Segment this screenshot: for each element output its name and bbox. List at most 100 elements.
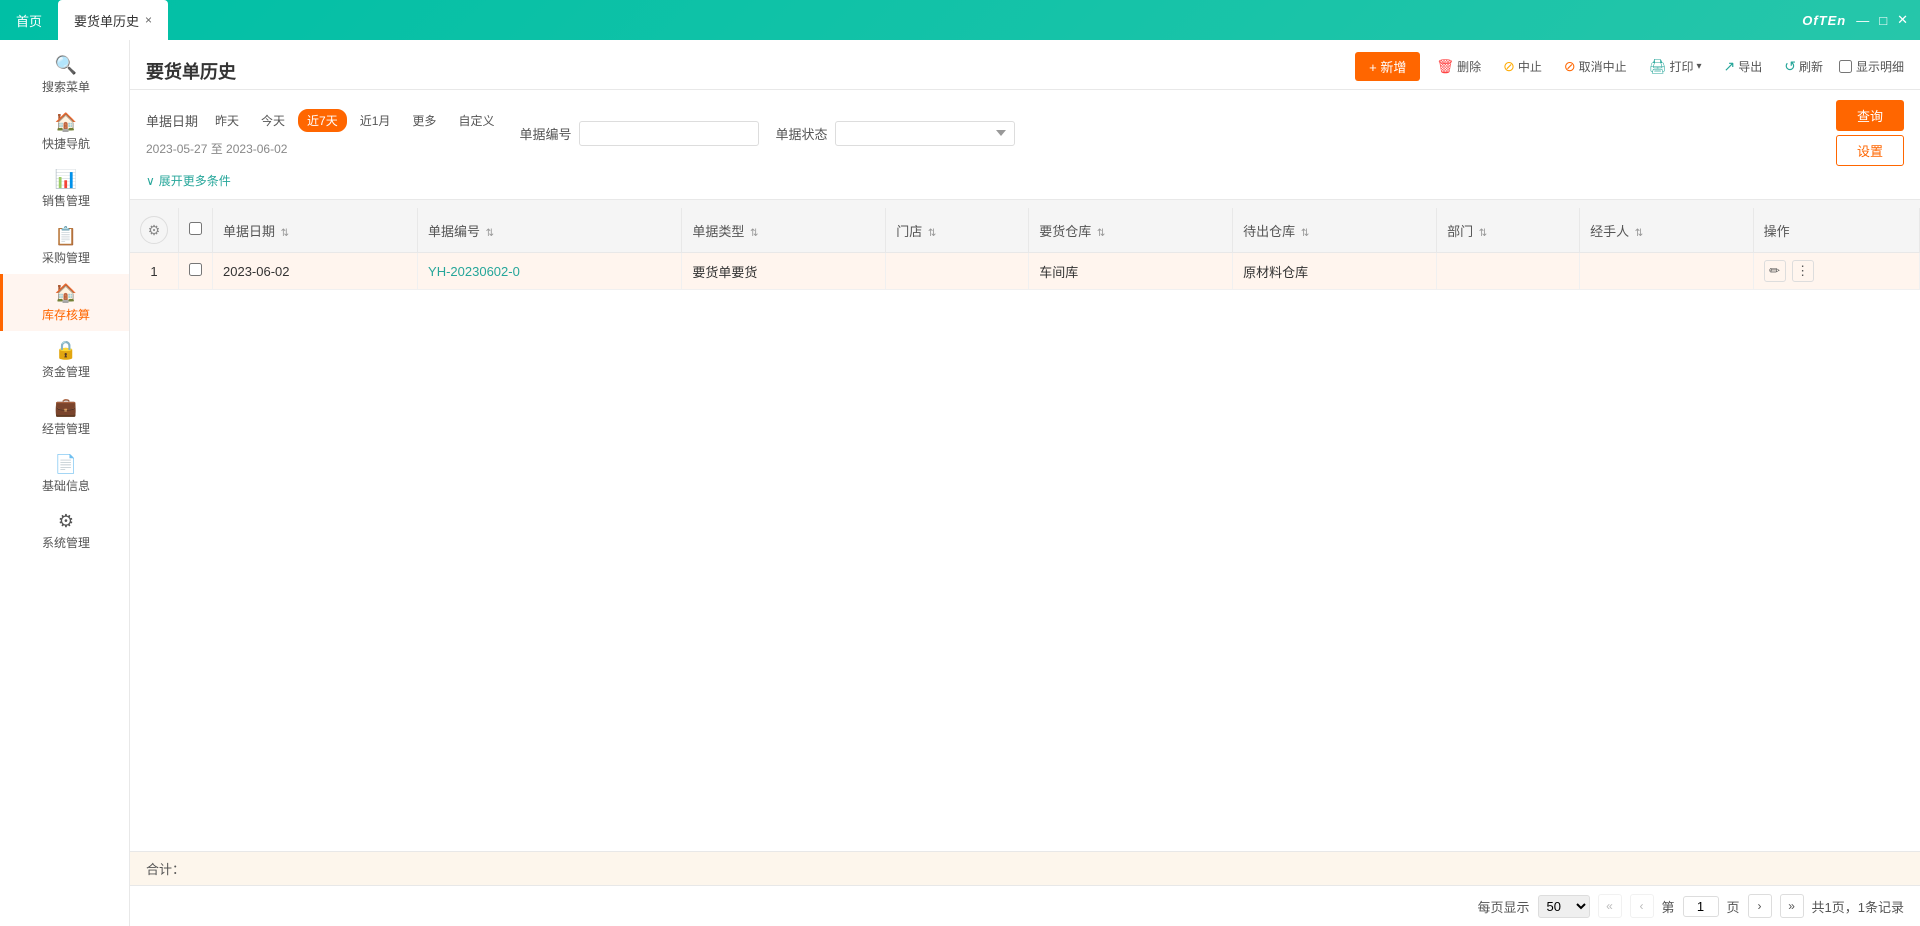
total-info: 共1页，1条记录 <box>1812 897 1904 916</box>
col-shop: 门店 ⇅ <box>886 208 1029 253</box>
tab-requisition-history[interactable]: 要货单历史 × <box>58 0 168 40</box>
sidebar-item-search[interactable]: 🔍 搜索菜单 <box>0 46 129 103</box>
table-settings-icon[interactable]: ⚙ <box>140 216 168 244</box>
col-doctype: 单据类型 ⇅ <box>682 208 886 253</box>
toolbar: + 新增 🗑 删除 ⊘ 中止 ⊘ 取消中止 🖨 打印 ▾ <box>1355 52 1904 89</box>
docnum-sort-icon: ⇅ <box>486 228 494 239</box>
col-checkbox <box>179 208 213 253</box>
req-warehouse-sort-icon: ⇅ <box>1097 228 1105 239</box>
inventory-icon: 🏠 <box>55 284 77 302</box>
page-label: 页 <box>1727 897 1740 916</box>
page-size-select[interactable]: 10 20 50 100 <box>1538 895 1590 918</box>
row-checkbox-cell <box>179 253 213 290</box>
sidebar-item-finance[interactable]: 🔒 资金管理 <box>0 331 129 388</box>
tab-close-icon[interactable]: × <box>145 13 152 27</box>
date-btn-more[interactable]: 更多 <box>403 109 445 132</box>
col-date: 单据日期 ⇅ <box>213 208 418 253</box>
sidebar-item-inventory[interactable]: 🏠 库存核算 <box>0 274 129 331</box>
date-filter-buttons: 昨天 今天 近7天 近1月 更多 自定义 <box>206 109 503 132</box>
maximize-icon[interactable]: □ <box>1879 13 1887 28</box>
row-req-warehouse: 车间库 <box>1029 253 1233 290</box>
brand-label: OfTEn <box>1802 13 1846 28</box>
refresh-icon: ↺ <box>1784 58 1796 75</box>
doc-num-input[interactable] <box>579 121 759 146</box>
system-icon: ⚙ <box>58 512 74 530</box>
status-label: 单据状态 <box>775 124 827 143</box>
page-title: 要货单历史 <box>146 58 236 84</box>
expand-more-button[interactable]: ∨ 展开更多条件 <box>146 172 1904 189</box>
filter-area: 单据日期 昨天 今天 近7天 近1月 更多 自定义 2023-05-27 至 2… <box>130 90 1920 200</box>
top-bar: 首页 要货单历史 × OfTEn — □ ✕ <box>0 0 1920 40</box>
row-num: 1 <box>130 253 179 290</box>
status-select[interactable] <box>835 121 1015 146</box>
first-page-button[interactable]: « <box>1598 894 1622 918</box>
col-req-warehouse: 要货仓库 ⇅ <box>1029 208 1233 253</box>
close-window-icon[interactable]: ✕ <box>1897 12 1908 28</box>
pending-warehouse-sort-icon: ⇅ <box>1301 228 1309 239</box>
top-bar-right: OfTEn — □ ✕ <box>1802 12 1920 28</box>
table-container: ⚙ 单据日期 ⇅ 单据编号 ⇅ <box>130 208 1920 851</box>
print-dropdown-icon: ▾ <box>1696 61 1701 72</box>
date-btn-custom[interactable]: 自定义 <box>449 109 503 132</box>
show-detail-checkbox[interactable]: 显示明细 <box>1839 58 1904 75</box>
sidebar-item-sales[interactable]: 📊 销售管理 <box>0 160 129 217</box>
op-icons: ✏ ⋮ <box>1764 260 1909 282</box>
date-filter-label: 单据日期 <box>146 111 198 130</box>
row-docnum-link[interactable]: YH-20230602-0 <box>428 264 520 279</box>
date-btn-7days[interactable]: 近7天 <box>298 109 347 132</box>
status-filter: 单据状态 <box>775 121 1015 146</box>
row-date: 2023-06-02 <box>213 253 418 290</box>
next-page-button[interactable]: › <box>1748 894 1772 918</box>
summary-label: 合计： <box>146 862 185 877</box>
last-page-button[interactable]: » <box>1780 894 1804 918</box>
doc-num-filter: 单据编号 <box>519 121 759 146</box>
col-operations: 操作 <box>1753 208 1919 253</box>
sidebar-item-quicknav[interactable]: 🏠 快捷导航 <box>0 103 129 160</box>
page-header: 要货单历史 + 新增 🗑 删除 ⊘ 中止 ⊘ 取消中止 🖨 打印 <box>130 40 1920 90</box>
sidebar-item-system[interactable]: ⚙ 系统管理 <box>0 502 129 559</box>
page-input[interactable] <box>1683 896 1719 917</box>
pagination-bar: 每页显示 10 20 50 100 « ‹ 第 页 › » 共1页，1条记录 <box>130 885 1920 926</box>
row-handler <box>1580 253 1753 290</box>
row-pending-warehouse: 原材料仓库 <box>1233 253 1437 290</box>
export-icon: ↗ <box>1723 58 1735 75</box>
row-op-cell: ✏ ⋮ <box>1753 253 1919 290</box>
sidebar-item-purchase[interactable]: 📋 采购管理 <box>0 217 129 274</box>
sidebar-item-operations[interactable]: 💼 经营管理 <box>0 388 129 445</box>
sidebar-item-basicinfo[interactable]: 📄 基础信息 <box>0 445 129 502</box>
date-sort-icon: ⇅ <box>281 228 289 239</box>
cancel-icon: ⊘ <box>1564 58 1576 75</box>
row-more-icon[interactable]: ⋮ <box>1792 260 1814 282</box>
export-button[interactable]: ↗ 导出 <box>1717 55 1768 78</box>
new-button[interactable]: + 新增 <box>1355 52 1420 81</box>
tab-home[interactable]: 首页 <box>0 0 58 40</box>
date-btn-yesterday[interactable]: 昨天 <box>206 109 248 132</box>
settings-button[interactable]: 设置 <box>1836 135 1904 166</box>
home-icon: 🏠 <box>55 113 77 131</box>
print-button[interactable]: 🖨 打印 ▾ <box>1643 55 1708 78</box>
col-pending-warehouse: 待出仓库 ⇅ <box>1233 208 1437 253</box>
stop-button[interactable]: ⊘ 中止 <box>1497 55 1548 78</box>
show-detail-input[interactable] <box>1839 60 1852 73</box>
doctype-sort-icon: ⇅ <box>750 228 758 239</box>
delete-button[interactable]: 🗑 删除 <box>1430 55 1487 78</box>
purchase-icon: 📋 <box>55 227 77 245</box>
col-handler: 经手人 ⇅ <box>1580 208 1753 253</box>
row-edit-icon[interactable]: ✏ <box>1764 260 1786 282</box>
refresh-button[interactable]: ↺ 刷新 <box>1778 55 1829 78</box>
finance-icon: 🔒 <box>55 341 77 359</box>
date-btn-today[interactable]: 今天 <box>252 109 294 132</box>
row-checkbox[interactable] <box>189 263 202 276</box>
shop-sort-icon: ⇅ <box>928 228 936 239</box>
dept-sort-icon: ⇅ <box>1479 228 1487 239</box>
row-dept <box>1437 253 1580 290</box>
page-jump-label: 第 <box>1662 897 1675 916</box>
select-all-checkbox[interactable] <box>189 222 202 235</box>
prev-page-button[interactable]: ‹ <box>1630 894 1654 918</box>
row-docnum: YH-20230602-0 <box>418 253 682 290</box>
query-button[interactable]: 查询 <box>1836 100 1904 131</box>
date-btn-1month[interactable]: 近1月 <box>351 109 400 132</box>
cancel-stop-button[interactable]: ⊘ 取消中止 <box>1558 55 1633 78</box>
minimize-icon[interactable]: — <box>1856 13 1869 28</box>
col-docnum: 单据编号 ⇅ <box>418 208 682 253</box>
